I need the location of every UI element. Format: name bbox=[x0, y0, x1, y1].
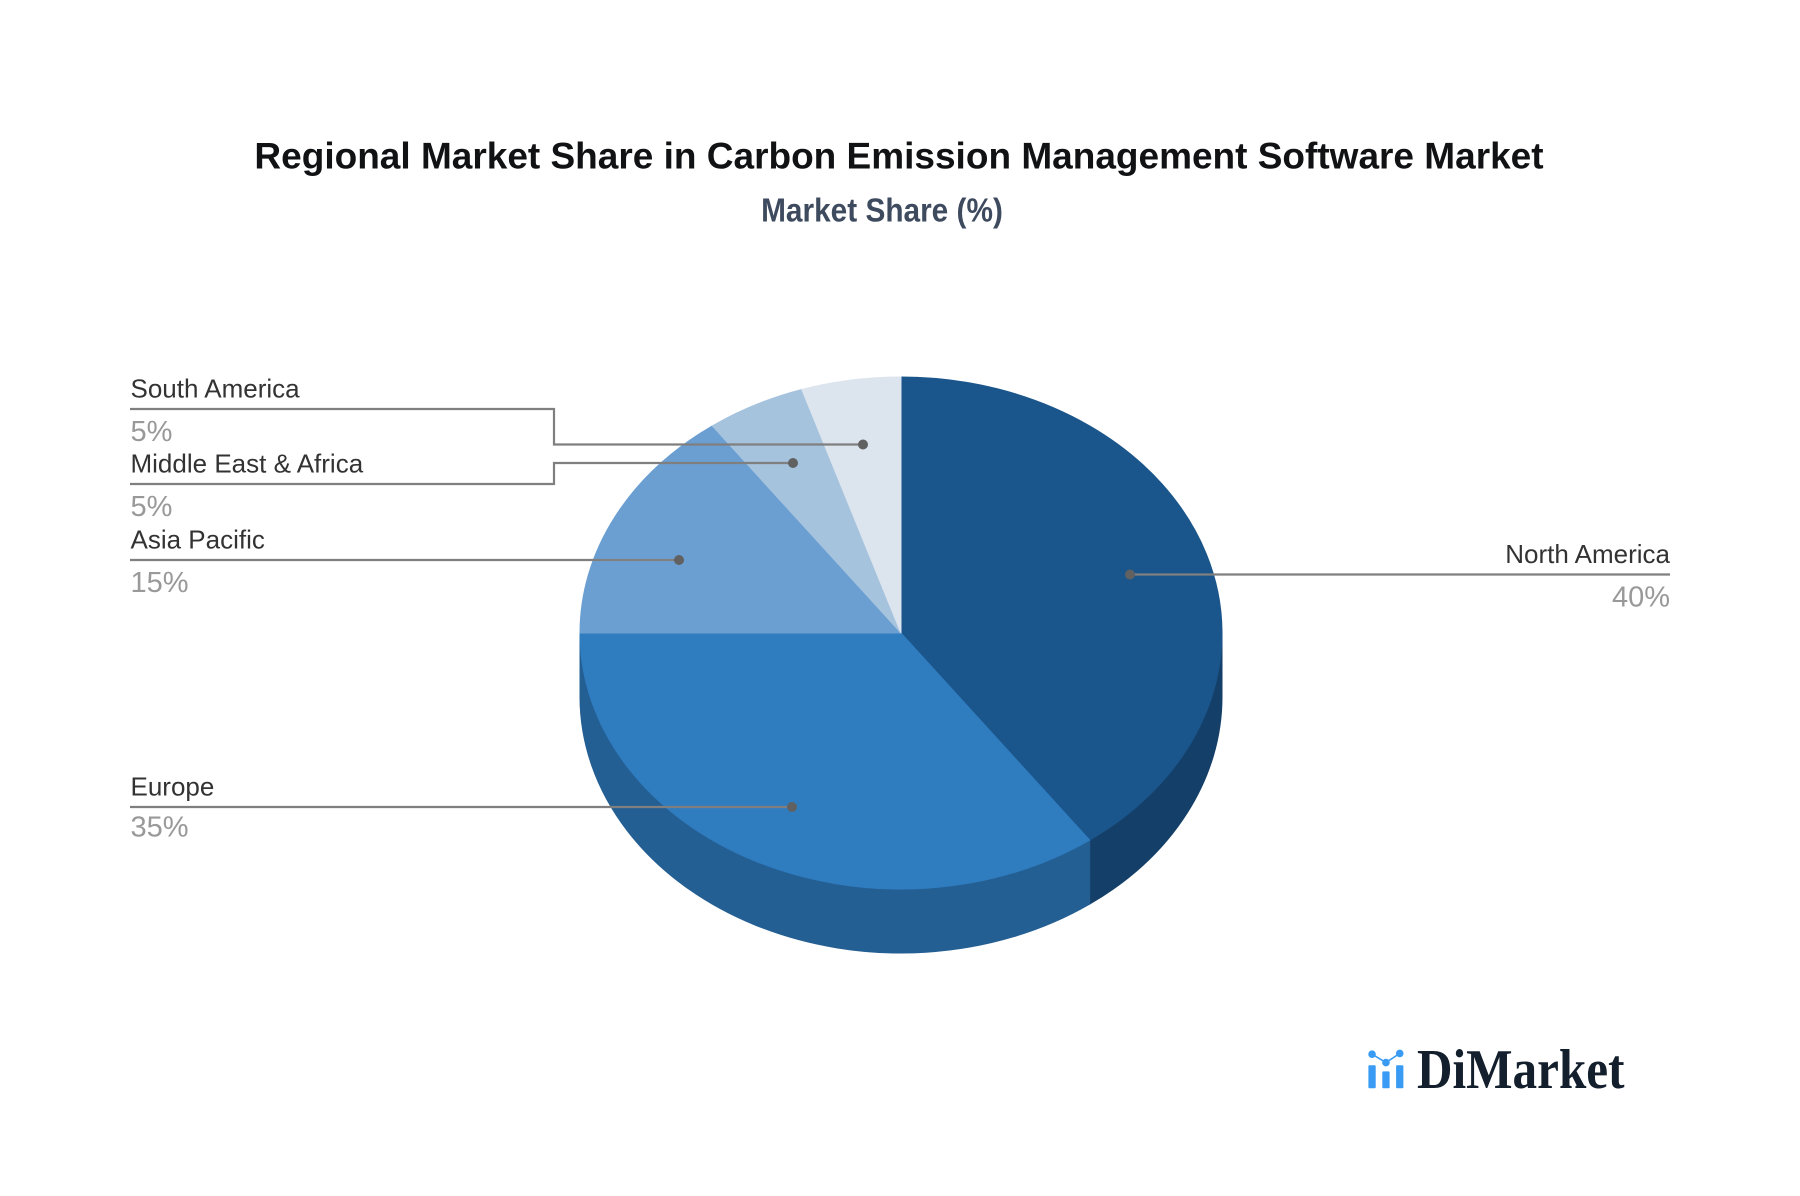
svg-text:South America: South America bbox=[131, 374, 301, 404]
svg-text:35%: 35% bbox=[131, 812, 189, 844]
svg-text:5%: 5% bbox=[131, 491, 173, 523]
svg-text:15%: 15% bbox=[131, 567, 189, 599]
svg-text:Middle East & Africa: Middle East & Africa bbox=[131, 449, 364, 479]
svg-text:Asia Pacific: Asia Pacific bbox=[131, 525, 265, 555]
svg-text:DiMarket: DiMarket bbox=[1417, 1039, 1625, 1101]
svg-text:40%: 40% bbox=[1612, 582, 1670, 614]
svg-text:North America: North America bbox=[1505, 539, 1670, 569]
svg-text:Market Share (%): Market Share (%) bbox=[761, 192, 1003, 229]
svg-text:5%: 5% bbox=[131, 416, 173, 448]
svg-text:Europe: Europe bbox=[131, 772, 215, 802]
svg-text:Regional Market Share in Carbo: Regional Market Share in Carbon Emission… bbox=[254, 136, 1543, 177]
